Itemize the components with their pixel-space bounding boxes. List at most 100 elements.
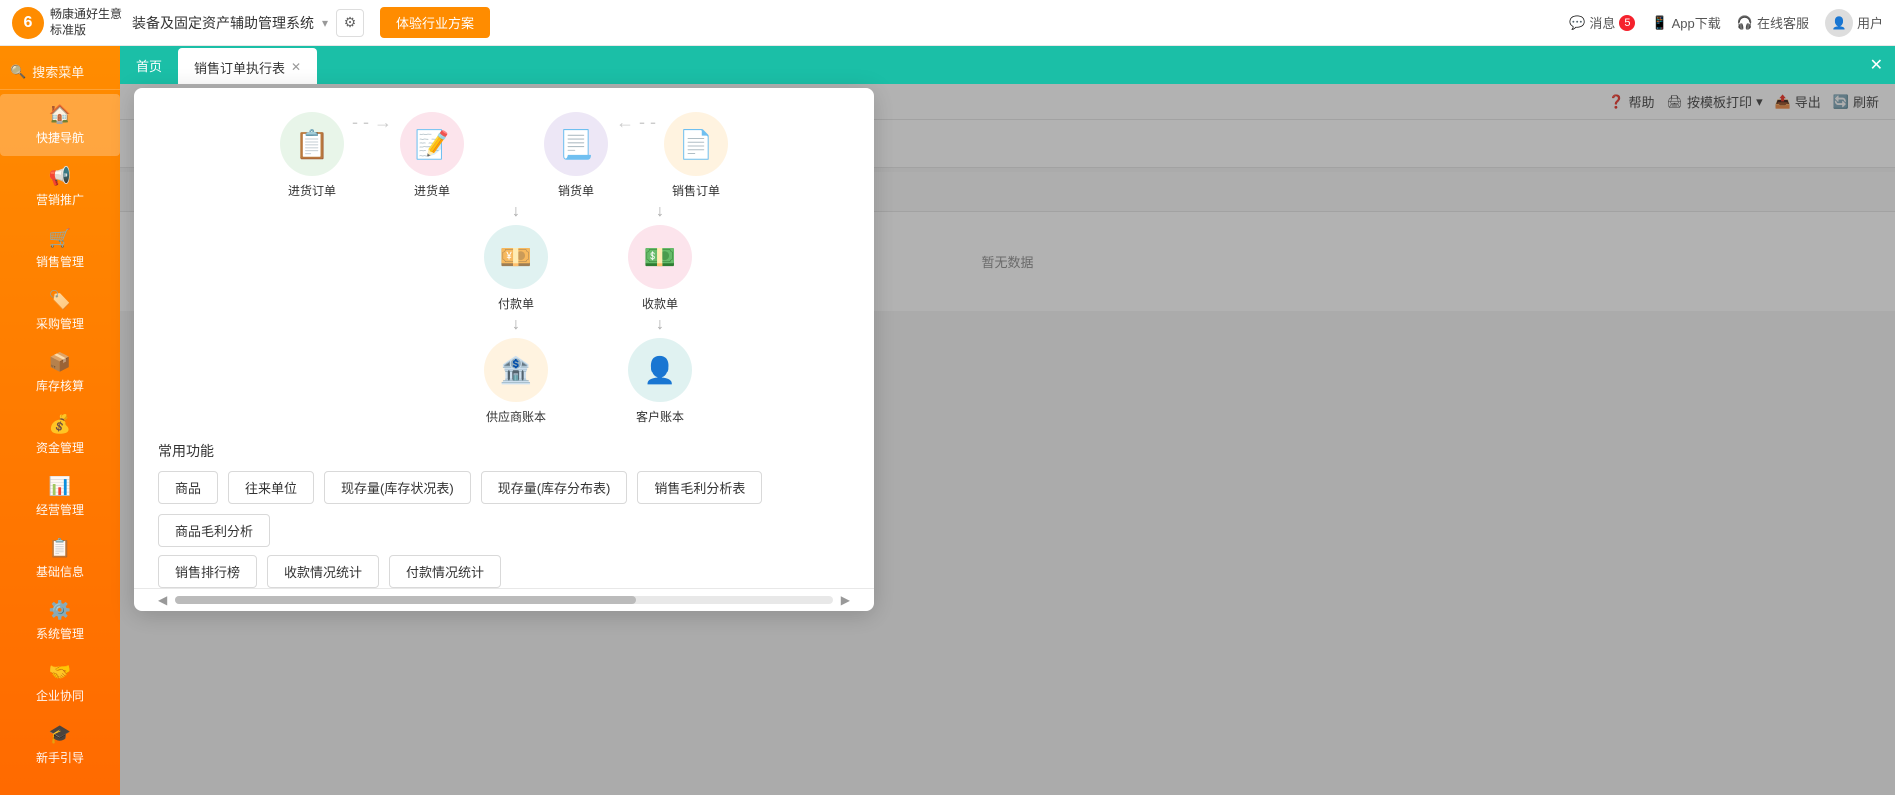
message-icon: 💬 [1569, 15, 1585, 31]
cf-buttons-row2: 销售排行榜 收款情况统计 付款情况统计 [158, 555, 850, 588]
cf-btn-stock-dist[interactable]: 现存量(库存分布表) [481, 471, 628, 504]
flow-node-receipt[interactable]: 💵 收款单 [628, 225, 692, 312]
spacer-row2-mid [548, 203, 628, 221]
sidebar-item-label: 资金管理 [36, 439, 84, 456]
app-download-icon: 📱 [1651, 15, 1667, 31]
app-title-area: 装备及固定资产辅助管理系统 ▾ ⚙ 体验行业方案 [132, 7, 1569, 38]
system-icon: ⚙️ [49, 600, 71, 621]
sidebar-search[interactable]: 🔍 搜索菜单 [0, 54, 120, 90]
headset-icon: 🎧 [1737, 15, 1753, 31]
scrollbar-track[interactable] [175, 596, 833, 604]
cf-btn-payment-stats[interactable]: 付款情况统计 [389, 555, 501, 588]
cf-btn-sales-ranking[interactable]: 销售排行榜 [158, 555, 257, 588]
arrow-down-purchase: ↓ [484, 203, 548, 221]
supplier-ledger-icon: 🏦 [500, 355, 532, 386]
basic-info-icon: 📋 [49, 538, 71, 559]
experience-button[interactable]: 体验行业方案 [380, 7, 490, 38]
flow-node-purchase-order[interactable]: 📋 进货订单 [280, 112, 344, 199]
flow-node-customer-ledger[interactable]: 👤 客户账本 [628, 338, 692, 425]
sidebar-item-quick-nav[interactable]: 🏠 快捷导航 [0, 94, 120, 156]
sales-order-label: 销售订单 [672, 182, 720, 199]
arrow-left-1: ← - - [608, 112, 664, 161]
sales-bill-circle: 📃 [544, 112, 608, 176]
sidebar-item-label: 系统管理 [36, 625, 84, 642]
finance-icon: 💰 [49, 414, 71, 435]
payment-circle: 💴 [484, 225, 548, 289]
sidebar-item-label: 经营管理 [36, 501, 84, 518]
arrow-down-sales: ↓ [628, 203, 692, 221]
sidebar-item-sales[interactable]: 🛒 销售管理 [0, 218, 120, 280]
sidebar-item-marketing[interactable]: 📢 营销推广 [0, 156, 120, 218]
sidebar-item-label: 快捷导航 [36, 129, 84, 146]
common-functions-title: 常用功能 [158, 441, 850, 461]
operation-icon: 📊 [49, 476, 71, 497]
flow-node-sales-order[interactable]: 📄 销售订单 [664, 112, 728, 199]
cf-btn-stock-status[interactable]: 现存量(库存状况表) [324, 471, 471, 504]
scroll-left-icon[interactable]: ◀ [158, 593, 167, 607]
receipt-icon: 💵 [644, 242, 676, 273]
sales-order-circle: 📄 [664, 112, 728, 176]
avatar: 👤 [1825, 9, 1853, 37]
purchase-order-circle: 📋 [280, 112, 344, 176]
sidebar-item-label: 企业协同 [36, 687, 84, 704]
logo-area: 6 畅康通好生意 标准版 [12, 7, 132, 39]
tab-close-icon[interactable]: ✕ [291, 60, 301, 74]
supplier-ledger-circle: 🏦 [484, 338, 548, 402]
newbie-icon: 🎓 [49, 724, 71, 745]
home-icon: 🏠 [49, 104, 71, 125]
sales-icon: 🛒 [49, 228, 71, 249]
cf-btn-partners[interactable]: 往来单位 [228, 471, 314, 504]
sidebar: 🔍 搜索菜单 🏠 快捷导航 📢 营销推广 🛒 销售管理 🏷️ 采购管理 📦 库存… [0, 46, 120, 795]
sidebar-item-enterprise[interactable]: 🤝 企业协同 [0, 652, 120, 714]
cf-btn-goods-profit[interactable]: 商品毛利分析 [158, 514, 270, 547]
tab-sales-order[interactable]: 销售订单执行表 ✕ [178, 48, 317, 86]
purchase-bill-icon: 📝 [415, 128, 450, 161]
close-all-tabs-button[interactable]: ✕ [1866, 51, 1887, 79]
cf-btn-goods[interactable]: 商品 [158, 471, 218, 504]
flow-node-sales-bill[interactable]: 📃 销货单 [544, 112, 608, 199]
flow-node-purchase-bill[interactable]: 📝 进货单 [400, 112, 464, 199]
purchase-icon: 🏷️ [49, 290, 71, 311]
modal-overlay[interactable]: 📋 进货订单 - - → 📝 进货单 [120, 84, 1895, 795]
logo-text: 畅康通好生意 标准版 [50, 7, 122, 38]
dropdown-arrow-icon[interactable]: ▾ [322, 16, 328, 30]
cf-btn-receipt-stats[interactable]: 收款情况统计 [267, 555, 379, 588]
gear-button[interactable]: ⚙ [336, 9, 364, 37]
arrow-down-receipt: ↓ [628, 316, 692, 334]
spacer-row4-mid [548, 316, 628, 334]
supplier-ledger-label: 供应商账本 [486, 408, 546, 425]
sidebar-item-label: 基础信息 [36, 563, 84, 580]
customer-ledger-label: 客户账本 [636, 408, 684, 425]
receipt-label: 收款单 [642, 295, 678, 312]
sidebar-item-finance[interactable]: 💰 资金管理 [0, 404, 120, 466]
arrow-down-payment: ↓ [484, 316, 548, 334]
sidebar-item-label: 销售管理 [36, 253, 84, 270]
customer-ledger-icon: 👤 [644, 355, 676, 386]
customer-ledger-circle: 👤 [628, 338, 692, 402]
flow-node-supplier-ledger[interactable]: 🏦 供应商账本 [484, 338, 548, 425]
sidebar-item-inventory[interactable]: 📦 库存核算 [0, 342, 120, 404]
sidebar-item-basic-info[interactable]: 📋 基础信息 [0, 528, 120, 590]
search-label: 搜索菜单 [32, 62, 84, 81]
modal-scrollbar: ◀ ▶ [134, 588, 874, 611]
scroll-right-icon[interactable]: ▶ [841, 593, 850, 607]
sidebar-item-newbie[interactable]: 🎓 新手引导 [0, 714, 120, 776]
arrow-right-1: - - → [344, 112, 400, 161]
online-service-item[interactable]: 🎧 在线客服 [1737, 13, 1809, 32]
scrollbar-thumb [175, 596, 635, 604]
sidebar-item-purchase[interactable]: 🏷️ 采购管理 [0, 280, 120, 342]
app-download-item[interactable]: 📱 App下载 [1651, 13, 1720, 32]
message-item[interactable]: 💬 消息 5 [1569, 13, 1635, 32]
sales-order-tab-label: 销售订单执行表 [194, 58, 285, 77]
logo-icon: 6 [12, 7, 44, 39]
sales-bill-icon: 📃 [559, 128, 594, 161]
sidebar-item-system[interactable]: ⚙️ 系统管理 [0, 590, 120, 652]
user-item[interactable]: 👤 用户 [1825, 9, 1883, 37]
home-tab-label: 首页 [136, 56, 162, 75]
cf-btn-sales-profit[interactable]: 销售毛利分析表 [637, 471, 762, 504]
modal-scroll-area: 📋 进货订单 - - → 📝 进货单 [134, 88, 874, 588]
tab-home[interactable]: 首页 [120, 46, 178, 84]
flow-node-payment[interactable]: 💴 付款单 [484, 225, 548, 312]
message-label: 消息 [1589, 13, 1615, 32]
sidebar-item-operation[interactable]: 📊 经营管理 [0, 466, 120, 528]
